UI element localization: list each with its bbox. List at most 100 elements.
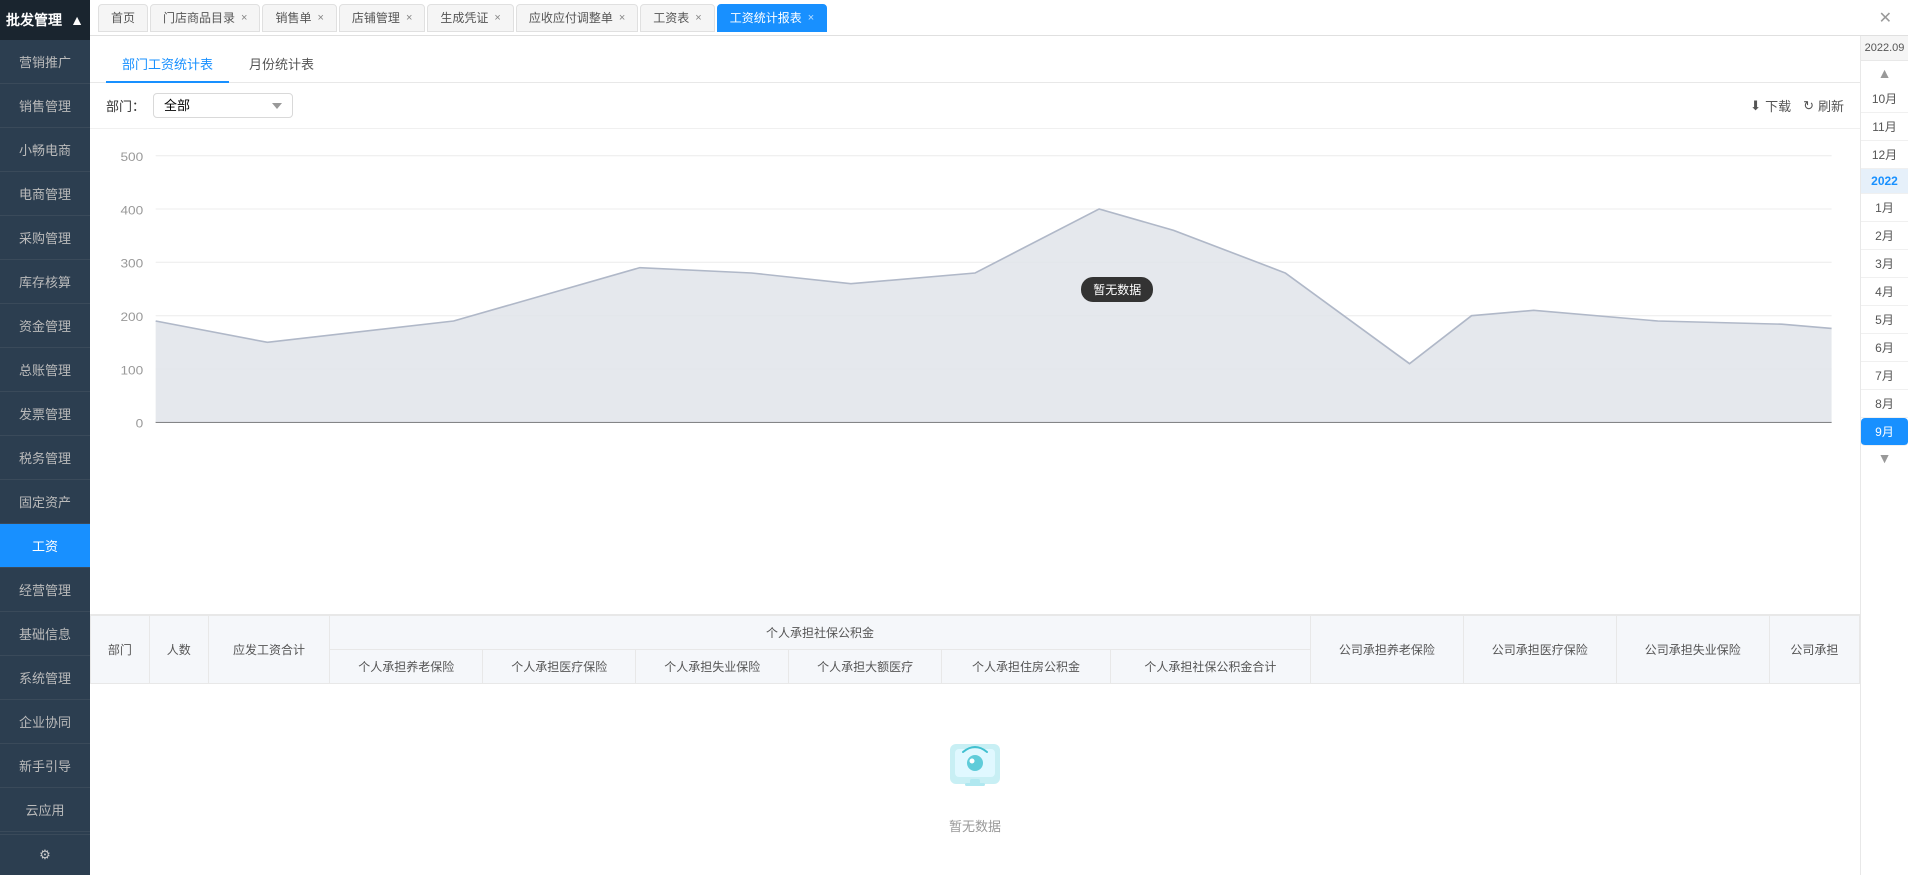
sidebar-item-小畅电商[interactable]: 小畅电商 — [0, 128, 90, 172]
sidebar: 批发管理 ▲ 营销推广销售管理小畅电商电商管理采购管理库存核算资金管理总账管理发… — [0, 0, 90, 875]
tab-2[interactable]: 销售单× — [262, 4, 336, 32]
cal-month-9[interactable]: 9月 — [1861, 418, 1908, 446]
toolbar: 部门： 全部 ⬇ 下载 ↻ 刷新 — [90, 83, 1860, 129]
th-company-pension: 公司承担养老保险 — [1310, 616, 1463, 684]
empty-text: 暂无数据 — [949, 816, 1001, 835]
cal-month-1[interactable]: 1月 — [1861, 194, 1908, 222]
sidebar-item-资金管理[interactable]: 资金管理 — [0, 304, 90, 348]
sidebar-item-发票管理[interactable]: 发票管理 — [0, 392, 90, 436]
tab-6[interactable]: 工资表× — [640, 4, 714, 32]
tab-close-5[interactable]: × — [619, 12, 625, 24]
cal-month-4[interactable]: 4月 — [1861, 278, 1908, 306]
sidebar-item-企业协同[interactable]: 企业协同 — [0, 700, 90, 744]
cal-month-2[interactable]: 2月 — [1861, 222, 1908, 250]
th-count: 人数 — [149, 616, 208, 684]
sidebar-item-销售管理[interactable]: 销售管理 — [0, 84, 90, 128]
calendar-panel: 2022.09 ▲ 10月 11月 12月 2022 1月 2月 3月 4月 5… — [1860, 36, 1908, 875]
cal-up-nav[interactable]: ▲ — [1874, 61, 1896, 85]
cal-month-7[interactable]: 7月 — [1861, 362, 1908, 390]
cal-month-10[interactable]: 10月 — [1861, 85, 1908, 113]
th-personal-unemployment: 个人承担失业保险 — [636, 650, 789, 684]
sidebar-item-基础信息[interactable]: 基础信息 — [0, 612, 90, 656]
page: 部门工资统计表月份统计表 部门： 全部 ⬇ 下载 ↻ 刷新 — [90, 36, 1860, 875]
sidebar-item-云应用[interactable]: 云应用 — [0, 788, 90, 832]
th-personal-housing-fund: 个人承担住房公积金 — [942, 650, 1111, 684]
sidebar-settings[interactable]: ⚙ — [0, 834, 90, 875]
tab-close-6[interactable]: × — [695, 12, 701, 24]
svg-text:200: 200 — [120, 310, 143, 324]
cal-month-5[interactable]: 5月 — [1861, 306, 1908, 334]
sidebar-item-营销推广[interactable]: 营销推广 — [0, 40, 90, 84]
sidebar-item-工资[interactable]: 工资 — [0, 524, 90, 568]
cal-month-6[interactable]: 6月 — [1861, 334, 1908, 362]
toolbar-left: 部门： 全部 — [106, 93, 293, 118]
chart-svg: 500 400 300 200 100 0 — [106, 145, 1844, 465]
sidebar-item-新手引导[interactable]: 新手引导 — [0, 744, 90, 788]
cal-month-12[interactable]: 12月 — [1861, 141, 1908, 169]
sub-tab-bar: 部门工资统计表月份统计表 — [90, 36, 1860, 83]
cal-month-11[interactable]: 11月 — [1861, 113, 1908, 141]
sidebar-item-固定资产[interactable]: 固定资产 — [0, 480, 90, 524]
th-company-medical: 公司承担医疗保险 — [1463, 616, 1616, 684]
sidebar-items: 营销推广销售管理小畅电商电商管理采购管理库存核算资金管理总账管理发票管理税务管理… — [0, 40, 90, 832]
tab-close-2[interactable]: × — [317, 12, 323, 24]
cal-year-2022[interactable]: 2022 — [1861, 169, 1908, 194]
th-company-unemployment: 公司承担失业保险 — [1616, 616, 1769, 684]
empty-icon — [935, 724, 1015, 804]
sidebar-item-经营管理[interactable]: 经营管理 — [0, 568, 90, 612]
table-area: 部门 人数 应发工资合计 个人承担社保公积金 公司承担养老保险 公司承担医疗保险… — [90, 614, 1860, 875]
cal-year-display[interactable]: 2022.09 — [1861, 36, 1908, 61]
cal-down-nav[interactable]: ▼ — [1874, 446, 1896, 470]
refresh-label: 刷新 — [1818, 96, 1844, 115]
th-personal-total: 个人承担社保公积金合计 — [1110, 650, 1310, 684]
sidebar-title: 批发管理 — [6, 10, 62, 30]
settings-icon: ⚙ — [39, 847, 51, 862]
sidebar-collapse-icon[interactable]: ▲ — [70, 12, 84, 28]
th-personal-pension: 个人承担养老保险 — [330, 650, 483, 684]
cal-month-8[interactable]: 8月 — [1861, 390, 1908, 418]
th-personal-major-medical: 个人承担大额医疗 — [789, 650, 942, 684]
sidebar-item-采购管理[interactable]: 采购管理 — [0, 216, 90, 260]
tab-close-3[interactable]: × — [406, 12, 412, 24]
data-table: 部门 人数 应发工资合计 个人承担社保公积金 公司承担养老保险 公司承担医疗保险… — [90, 615, 1860, 684]
dept-label: 部门： — [106, 96, 145, 115]
main-area: 首页门店商品目录×销售单×店铺管理×生成凭证×应收应付调整单×工资表×工资统计报… — [90, 0, 1908, 875]
tab-1[interactable]: 门店商品目录× — [150, 4, 260, 32]
refresh-icon: ↻ — [1803, 98, 1814, 114]
download-icon: ⬇ — [1750, 98, 1761, 114]
download-label: 下载 — [1765, 96, 1791, 115]
svg-text:300: 300 — [120, 257, 143, 271]
sidebar-item-电商管理[interactable]: 电商管理 — [0, 172, 90, 216]
empty-state: 暂无数据 — [90, 684, 1860, 875]
sidebar-header[interactable]: 批发管理 ▲ — [0, 0, 90, 40]
window-close-button[interactable]: ✕ — [1871, 8, 1900, 28]
tab-close-1[interactable]: × — [241, 12, 247, 24]
tab-5[interactable]: 应收应付调整单× — [516, 4, 638, 32]
cal-month-3[interactable]: 3月 — [1861, 250, 1908, 278]
svg-text:400: 400 — [120, 203, 143, 217]
th-dept: 部门 — [91, 616, 150, 684]
sidebar-item-库存核算[interactable]: 库存核算 — [0, 260, 90, 304]
tab-3[interactable]: 店铺管理× — [339, 4, 425, 32]
svg-text:0: 0 — [136, 417, 144, 431]
toolbar-right: ⬇ 下载 ↻ 刷新 — [1750, 96, 1844, 115]
tab-close-4[interactable]: × — [494, 12, 500, 24]
sidebar-item-系统管理[interactable]: 系统管理 — [0, 656, 90, 700]
tab-close-7[interactable]: × — [808, 12, 814, 24]
dept-select[interactable]: 全部 — [153, 93, 293, 118]
sub-tab-1[interactable]: 月份统计表 — [233, 46, 330, 83]
svg-text:100: 100 — [120, 363, 143, 377]
chart-area: 500 400 300 200 100 0 — [90, 129, 1860, 614]
sidebar-item-总账管理[interactable]: 总账管理 — [0, 348, 90, 392]
tab-7[interactable]: 工资统计报表× — [717, 4, 827, 32]
tab-0[interactable]: 首页 — [98, 4, 148, 32]
sub-tab-0[interactable]: 部门工资统计表 — [106, 46, 229, 83]
th-personal-insurance: 个人承担社保公积金 — [330, 616, 1311, 650]
tab-4[interactable]: 生成凭证× — [427, 4, 513, 32]
th-company-other: 公司承担 — [1769, 616, 1859, 684]
th-personal-medical: 个人承担医疗保险 — [483, 650, 636, 684]
svg-text:500: 500 — [120, 150, 143, 164]
refresh-action[interactable]: ↻ 刷新 — [1803, 96, 1844, 115]
sidebar-item-税务管理[interactable]: 税务管理 — [0, 436, 90, 480]
download-action[interactable]: ⬇ 下载 — [1750, 96, 1791, 115]
